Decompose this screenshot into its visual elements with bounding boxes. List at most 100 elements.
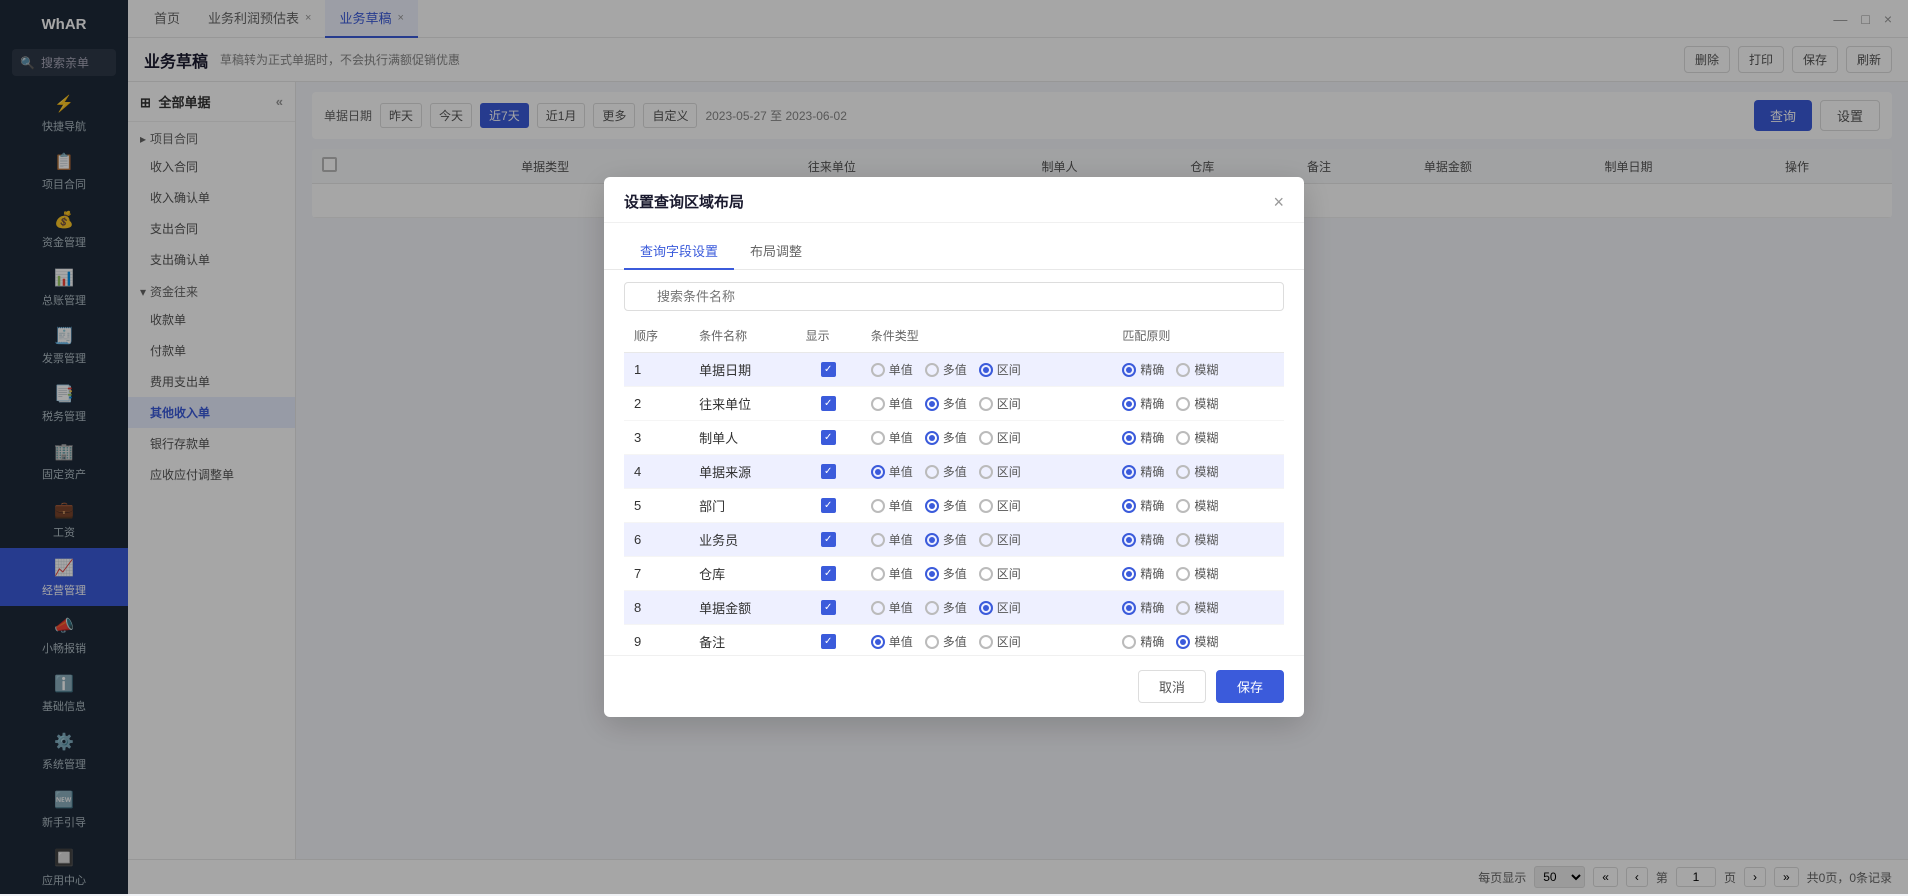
radio-exact[interactable]: 精确 (1122, 565, 1164, 582)
radio-range[interactable]: 区间 (979, 531, 1021, 548)
radio-exact[interactable]: 精确 (1122, 429, 1164, 446)
radio-exact[interactable]: 精确 (1122, 361, 1164, 378)
radio-single[interactable]: 单值 (871, 565, 913, 582)
radio-fuzzy[interactable]: 模糊 (1176, 395, 1218, 412)
row-order: 4 (624, 455, 689, 489)
modal-tabs: 查询字段设置 布局调整 (604, 223, 1304, 270)
modal-table-row: 6业务员✓单值多值区间精确模糊 (624, 523, 1284, 557)
row-show: ✓ (796, 489, 861, 523)
radio-single[interactable]: 单值 (871, 429, 913, 446)
radio-range[interactable]: 区间 (979, 497, 1021, 514)
row-match: 精确模糊 (1112, 353, 1284, 387)
radio-single[interactable]: 单值 (871, 361, 913, 378)
row-name: 业务员 (689, 523, 796, 557)
modal-table-container: 顺序 条件名称 显示 条件类型 匹配原则 1单据日期✓单值多值区间精确模糊2往来… (604, 319, 1304, 655)
radio-range[interactable]: 区间 (979, 599, 1021, 616)
radio-range[interactable]: 区间 (979, 633, 1021, 650)
modal-table: 顺序 条件名称 显示 条件类型 匹配原则 1单据日期✓单值多值区间精确模糊2往来… (624, 319, 1284, 655)
radio-exact[interactable]: 精确 (1122, 497, 1164, 514)
row-name: 部门 (689, 489, 796, 523)
radio-single[interactable]: 单值 (871, 531, 913, 548)
radio-fuzzy[interactable]: 模糊 (1176, 361, 1218, 378)
show-checkbox[interactable]: ✓ (821, 532, 836, 547)
modal-tab-query-field[interactable]: 查询字段设置 (624, 233, 734, 270)
row-type: 单值多值区间 (861, 387, 1113, 421)
row-name: 往来单位 (689, 387, 796, 421)
row-type: 单值多值区间 (861, 421, 1113, 455)
modal-col-type: 条件类型 (861, 319, 1113, 353)
radio-exact[interactable]: 精确 (1122, 463, 1164, 480)
show-checkbox[interactable]: ✓ (821, 396, 836, 411)
modal-overlay: 设置查询区域布局 × 查询字段设置 布局调整 🔍 (0, 0, 1908, 894)
radio-exact[interactable]: 精确 (1122, 531, 1164, 548)
radio-multi[interactable]: 多值 (925, 395, 967, 412)
radio-exact[interactable]: 精确 (1122, 633, 1164, 650)
radio-fuzzy[interactable]: 模糊 (1176, 633, 1218, 650)
radio-range[interactable]: 区间 (979, 361, 1021, 378)
modal-save-button[interactable]: 保存 (1216, 670, 1284, 703)
row-match: 精确模糊 (1112, 421, 1284, 455)
radio-multi[interactable]: 多值 (925, 361, 967, 378)
modal-table-row: 8单据金额✓单值多值区间精确模糊 (624, 591, 1284, 625)
radio-fuzzy[interactable]: 模糊 (1176, 565, 1218, 582)
row-name: 制单人 (689, 421, 796, 455)
modal-table-row: 3制单人✓单值多值区间精确模糊 (624, 421, 1284, 455)
row-match: 精确模糊 (1112, 523, 1284, 557)
modal-tab-layout-adjust[interactable]: 布局调整 (734, 233, 818, 270)
row-type: 单值多值区间 (861, 489, 1113, 523)
show-checkbox[interactable]: ✓ (821, 464, 836, 479)
cancel-button[interactable]: 取消 (1138, 670, 1206, 703)
row-type: 单值多值区间 (861, 591, 1113, 625)
radio-range[interactable]: 区间 (979, 565, 1021, 582)
row-type: 单值多值区间 (861, 557, 1113, 591)
show-checkbox[interactable]: ✓ (821, 566, 836, 581)
radio-fuzzy[interactable]: 模糊 (1176, 497, 1218, 514)
radio-multi[interactable]: 多值 (925, 429, 967, 446)
radio-exact[interactable]: 精确 (1122, 395, 1164, 412)
radio-multi[interactable]: 多值 (925, 531, 967, 548)
radio-multi[interactable]: 多值 (925, 565, 967, 582)
radio-range[interactable]: 区间 (979, 429, 1021, 446)
radio-single[interactable]: 单值 (871, 633, 913, 650)
row-show: ✓ (796, 455, 861, 489)
show-checkbox[interactable]: ✓ (821, 430, 836, 445)
radio-single[interactable]: 单值 (871, 599, 913, 616)
modal-col-name: 条件名称 (689, 319, 796, 353)
modal-close-icon[interactable]: × (1273, 193, 1284, 211)
radio-range[interactable]: 区间 (979, 463, 1021, 480)
row-order: 9 (624, 625, 689, 656)
modal-table-row: 4单据来源✓单值多值区间精确模糊 (624, 455, 1284, 489)
row-type: 单值多值区间 (861, 353, 1113, 387)
radio-fuzzy[interactable]: 模糊 (1176, 463, 1218, 480)
row-name: 仓库 (689, 557, 796, 591)
radio-fuzzy[interactable]: 模糊 (1176, 429, 1218, 446)
row-match: 精确模糊 (1112, 489, 1284, 523)
show-checkbox[interactable]: ✓ (821, 498, 836, 513)
show-checkbox[interactable]: ✓ (821, 634, 836, 649)
show-checkbox[interactable]: ✓ (821, 362, 836, 377)
row-order: 3 (624, 421, 689, 455)
row-match: 精确模糊 (1112, 455, 1284, 489)
radio-range[interactable]: 区间 (979, 395, 1021, 412)
row-order: 6 (624, 523, 689, 557)
row-show: ✓ (796, 557, 861, 591)
radio-multi[interactable]: 多值 (925, 497, 967, 514)
radio-fuzzy[interactable]: 模糊 (1176, 599, 1218, 616)
modal-dialog: 设置查询区域布局 × 查询字段设置 布局调整 🔍 (604, 177, 1304, 717)
row-name: 单据日期 (689, 353, 796, 387)
radio-exact[interactable]: 精确 (1122, 599, 1164, 616)
radio-multi[interactable]: 多值 (925, 463, 967, 480)
radio-single[interactable]: 单值 (871, 497, 913, 514)
row-type: 单值多值区间 (861, 523, 1113, 557)
radio-single[interactable]: 单值 (871, 463, 913, 480)
row-order: 8 (624, 591, 689, 625)
radio-fuzzy[interactable]: 模糊 (1176, 531, 1218, 548)
row-match: 精确模糊 (1112, 625, 1284, 656)
show-checkbox[interactable]: ✓ (821, 600, 836, 615)
radio-single[interactable]: 单值 (871, 395, 913, 412)
row-match: 精确模糊 (1112, 557, 1284, 591)
row-show: ✓ (796, 421, 861, 455)
radio-multi[interactable]: 多值 (925, 599, 967, 616)
modal-search-input[interactable] (624, 282, 1284, 311)
radio-multi[interactable]: 多值 (925, 633, 967, 650)
